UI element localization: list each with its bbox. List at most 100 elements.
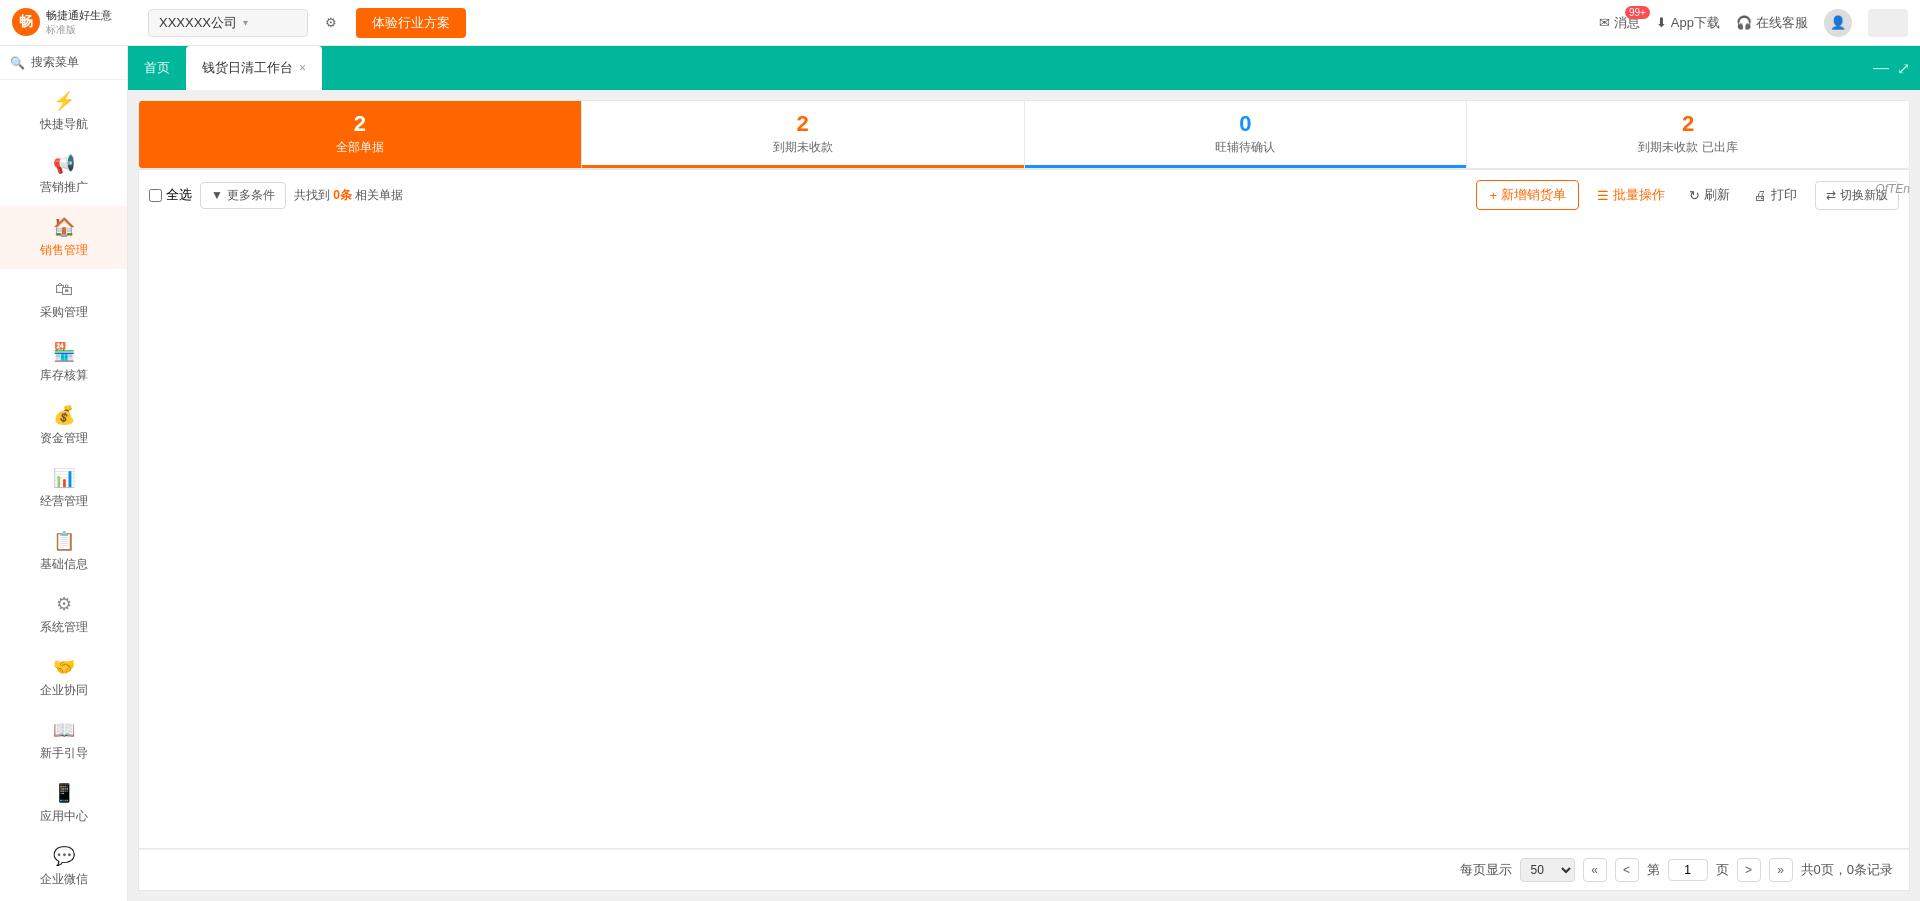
page-next-button[interactable]: > [1737,858,1761,882]
toolbar: 全选 ▼ 更多条件 共找到 0条 相关单据 + 新增销货单 [138,169,1910,220]
tab-active[interactable]: 钱货日清工作台 × [186,46,322,90]
page-size-label: 每页显示 [1460,861,1512,879]
sidebar-item-label: 快捷导航 [40,116,88,133]
sidebar-item-purchase[interactable]: 🛍 采购管理 [0,269,127,331]
logo-text-block: 畅捷通好生意 标准版 [46,8,112,36]
logo-subtitle: 标准版 [46,23,112,37]
filter-label: 更多条件 [227,187,275,204]
marketing-icon: 📢 [53,153,75,175]
tab-close-icon[interactable]: × [299,61,306,75]
trial-button[interactable]: 体验行业方案 [356,8,466,38]
print-label: 打印 [1771,186,1797,204]
company-selector[interactable]: XXXXXX公司 ▾ [148,9,308,37]
page-prev-button[interactable]: < [1615,858,1639,882]
sidebar-item-basic[interactable]: 📋 基础信息 [0,520,127,583]
sidebar-item-marketing[interactable]: 📢 营销推广 [0,143,127,206]
basic-icon: 📋 [53,530,75,552]
company-arrow-icon: ▾ [243,17,248,28]
stats-num-all: 2 [354,113,366,135]
service-icon: 🎧 [1736,15,1752,30]
toolbar-left: 全选 ▼ 更多条件 共找到 0条 相关单据 [149,182,403,209]
gear-icon: ⚙ [325,15,337,30]
sidebar-search[interactable]: 🔍 搜索菜单 [0,46,127,80]
stats-tabs: 2 全部单据 2 到期未收款 0 旺辅待确认 2 到期未收款 已出库 [138,100,1910,169]
inventory-icon: 🏪 [53,341,75,363]
app-download-icon: ⬇ [1656,15,1667,30]
sidebar-item-ops[interactable]: 📊 经营管理 [0,457,127,520]
logo-icon: 畅 [12,8,40,36]
tab-resize-icon[interactable]: ⤢ [1897,59,1910,78]
page-label: 第 [1647,861,1660,879]
print-button[interactable]: 🖨 打印 [1748,182,1803,208]
pagination-bar: 每页显示 50 20 100 « < 第 页 > » 共0页，0条记录 [138,849,1910,891]
select-all-checkbox[interactable]: 全选 [149,186,192,204]
sidebar-item-label: 销售管理 [40,242,88,259]
app-center-icon: 📱 [53,782,75,804]
batch-button[interactable]: ☰ 批量操作 [1591,182,1671,208]
purchase-icon: 🛍 [55,279,73,300]
tab-home-label: 首页 [144,59,170,77]
page-first-button[interactable]: « [1583,858,1607,882]
stats-tab-all[interactable]: 2 全部单据 [139,101,582,168]
plus-icon: + [1489,188,1497,203]
sidebar-item-label: 企业微信 [40,871,88,888]
batch-icon: ☰ [1597,188,1609,203]
sidebar-item-finance[interactable]: 💰 资金管理 [0,394,127,457]
sidebar-item-sales[interactable]: 🏠 销售管理 [0,206,127,269]
search-label: 搜索菜单 [31,54,79,71]
refresh-label: 刷新 [1704,186,1730,204]
tab-bar: 首页 钱货日清工作台 × — ⤢ [128,46,1920,90]
sidebar-item-label: 营销推广 [40,179,88,196]
page-last-button[interactable]: » [1769,858,1793,882]
stats-tab-overdue-out[interactable]: 2 到期未收款 已出库 [1467,101,1909,168]
message-icon: ✉ [1599,15,1610,30]
sidebar-item-wechat[interactable]: 💬 企业微信 [0,835,127,898]
online-service-button[interactable]: 🎧 在线客服 [1736,14,1808,32]
app-download-label: App下载 [1671,14,1720,32]
select-all-input[interactable] [149,189,162,202]
tab-bar-right: — ⤢ [1873,59,1920,78]
sidebar-item-label: 新手引导 [40,745,88,762]
app-download-button[interactable]: ⬇ App下载 [1656,14,1720,32]
page-content: 2 全部单据 2 到期未收款 0 旺辅待确认 2 到期未收款 已出库 [128,90,1920,901]
sidebar-item-label: 采购管理 [40,304,88,321]
sidebar-item-inventory[interactable]: 🏪 库存核算 [0,331,127,394]
avatar[interactable]: 👤 [1824,9,1852,37]
tab-active-label: 钱货日清工作台 [202,59,293,77]
tab-home[interactable]: 首页 [128,46,186,90]
stats-num-overdue-out: 2 [1682,113,1694,135]
new-sale-button[interactable]: + 新增销货单 [1476,180,1579,210]
switch-icon: ⇄ [1826,188,1836,202]
sidebar-item-label: 系统管理 [40,619,88,636]
filter-button[interactable]: ▼ 更多条件 [200,182,286,209]
print-icon: 🖨 [1754,188,1767,203]
sales-icon: 🏠 [53,216,75,238]
sidebar-item-label: 资金管理 [40,430,88,447]
message-button[interactable]: ✉ 消息 99+ [1599,14,1640,32]
message-badge: 99+ [1625,6,1650,19]
top-header: 畅 畅捷通好生意 标准版 XXXXXX公司 ▾ ⚙ 体验行业方案 ✉ 消息 99… [0,0,1920,46]
total-label: 共0页，0条记录 [1801,861,1893,879]
header-right: ✉ 消息 99+ ⬇ App下载 🎧 在线客服 👤 [1599,9,1908,37]
settings-button[interactable]: ⚙ [316,8,346,38]
page-size-select[interactable]: 50 20 100 [1520,858,1575,882]
sidebar-item-guide[interactable]: 📖 新手引导 [0,709,127,772]
sidebar-item-coop[interactable]: 🤝 企业协同 [0,646,127,709]
search-icon: 🔍 [10,56,25,70]
sidebar: 🔍 搜索菜单 ⚡ 快捷导航 📢 营销推广 🏠 销售管理 🛍 采购管理 🏪 库存核… [0,46,128,901]
sidebar-item-system[interactable]: ⚙ 系统管理 [0,583,127,646]
refresh-button[interactable]: ↻ 刷新 [1683,182,1736,208]
sidebar-item-quick-nav[interactable]: ⚡ 快捷导航 [0,80,127,143]
stats-tab-pending[interactable]: 0 旺辅待确认 [1025,101,1468,168]
stats-tab-underline-pending [1025,165,1467,168]
tab-minimize-icon[interactable]: — [1873,59,1889,77]
online-service-label: 在线客服 [1756,14,1808,32]
wechat-icon: 💬 [53,845,75,867]
company-name: XXXXXX公司 [159,14,237,32]
stats-tab-overdue[interactable]: 2 到期未收款 [582,101,1025,168]
sidebar-item-label: 经营管理 [40,493,88,510]
page-input[interactable] [1668,859,1708,881]
stats-tab-underline-overdue [582,165,1024,168]
sidebar-item-app-center[interactable]: 📱 应用中心 [0,772,127,835]
guide-icon: 📖 [53,719,75,741]
